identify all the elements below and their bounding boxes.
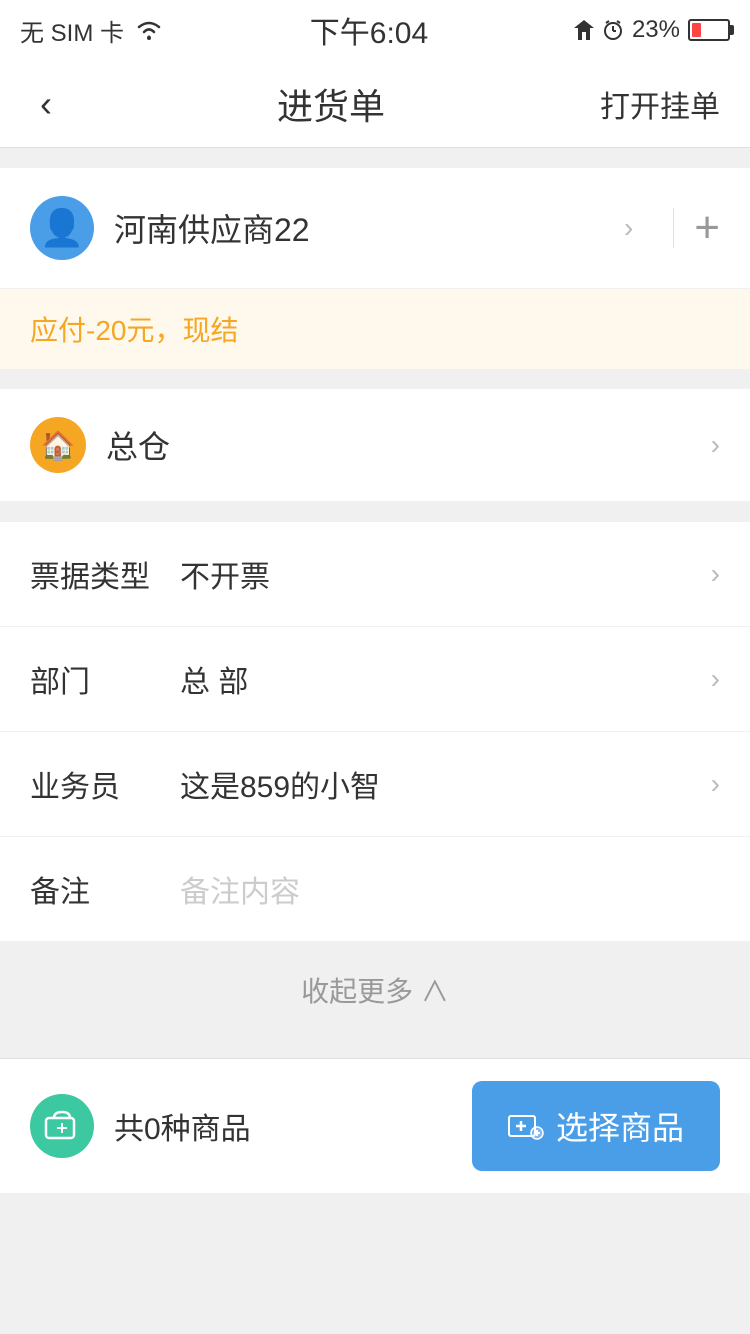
open-pending-button[interactable]: 打开挂单 — [600, 82, 720, 126]
battery-icon — [688, 19, 730, 41]
select-product-label: 选择商品 — [556, 1103, 684, 1149]
alarm-icon — [602, 19, 624, 41]
vertical-divider — [673, 208, 674, 248]
main-content: 👤 河南供应商22 › + 应付-20元，现结 🏠 总仓 › 票据类型 不开票 … — [0, 148, 750, 1334]
form-section: 票据类型 不开票 › 部门 总 部 › 业务员 这是859的小智 › 备注 备注… — [0, 522, 750, 942]
invoice-type-chevron-icon: › — [711, 558, 720, 590]
select-product-icon — [508, 1111, 544, 1141]
invoice-type-label: 票据类型 — [30, 552, 160, 596]
page-title: 进货单 — [277, 78, 385, 130]
warehouse-chevron-icon: › — [711, 429, 720, 461]
salesperson-value: 这是859的小智 — [180, 762, 711, 806]
supplier-row[interactable]: 👤 河南供应商22 › + — [0, 168, 750, 289]
remark-row[interactable]: 备注 备注内容 — [0, 837, 750, 942]
collapse-row[interactable]: 收起更多 ∧ — [0, 942, 750, 1038]
collapse-label: 收起更多 ∧ — [301, 970, 449, 1010]
supplier-name: 河南供应商22 — [114, 205, 624, 251]
department-value: 总 部 — [180, 657, 711, 701]
nav-bar: ‹ 进货单 打开挂单 — [0, 60, 750, 148]
supplier-avatar: 👤 — [30, 196, 94, 260]
warehouse-icon: 🏠 — [30, 417, 86, 473]
remark-label: 备注 — [30, 867, 160, 911]
carrier-text: 无 SIM 卡 — [20, 13, 124, 48]
section-gap-3 — [0, 502, 750, 522]
department-chevron-icon: › — [711, 663, 720, 695]
invoice-type-row[interactable]: 票据类型 不开票 › — [0, 522, 750, 627]
location-icon — [574, 20, 594, 40]
cart-icon — [44, 1110, 80, 1142]
notice-bar: 应付-20元，现结 — [0, 289, 750, 369]
wifi-icon — [134, 19, 164, 41]
notice-text: 应付-20元，现结 — [30, 315, 238, 346]
status-carrier: 无 SIM 卡 — [20, 13, 164, 48]
department-row[interactable]: 部门 总 部 › — [0, 627, 750, 732]
section-gap-2 — [0, 369, 750, 389]
supplier-section: 👤 河南供应商22 › + 应付-20元，现结 — [0, 168, 750, 369]
section-gap-4 — [0, 1038, 750, 1058]
battery-text: 23% — [632, 16, 680, 44]
department-label: 部门 — [30, 657, 160, 701]
warehouse-row[interactable]: 🏠 总仓 › — [0, 389, 750, 502]
supplier-chevron-icon: › — [624, 212, 633, 244]
avatar-icon: 👤 — [40, 207, 85, 249]
salesperson-chevron-icon: › — [711, 768, 720, 800]
select-product-button[interactable]: 选择商品 — [472, 1081, 720, 1171]
back-button[interactable]: ‹ — [30, 73, 62, 135]
invoice-type-value: 不开票 — [180, 552, 711, 596]
salesperson-label: 业务员 — [30, 762, 160, 806]
status-bar: 无 SIM 卡 下午6:04 23% — [0, 0, 750, 60]
section-gap-1 — [0, 148, 750, 168]
salesperson-row[interactable]: 业务员 这是859的小智 › — [0, 732, 750, 837]
product-count: 共0种商品 — [114, 1104, 472, 1148]
product-icon — [30, 1094, 94, 1158]
status-right: 23% — [574, 16, 730, 44]
bottom-bar: 共0种商品 选择商品 — [0, 1058, 750, 1193]
warehouse-name: 总仓 — [106, 422, 711, 468]
add-supplier-button[interactable]: + — [694, 206, 720, 250]
remark-input[interactable]: 备注内容 — [180, 867, 720, 911]
status-time: 下午6:04 — [310, 8, 428, 52]
